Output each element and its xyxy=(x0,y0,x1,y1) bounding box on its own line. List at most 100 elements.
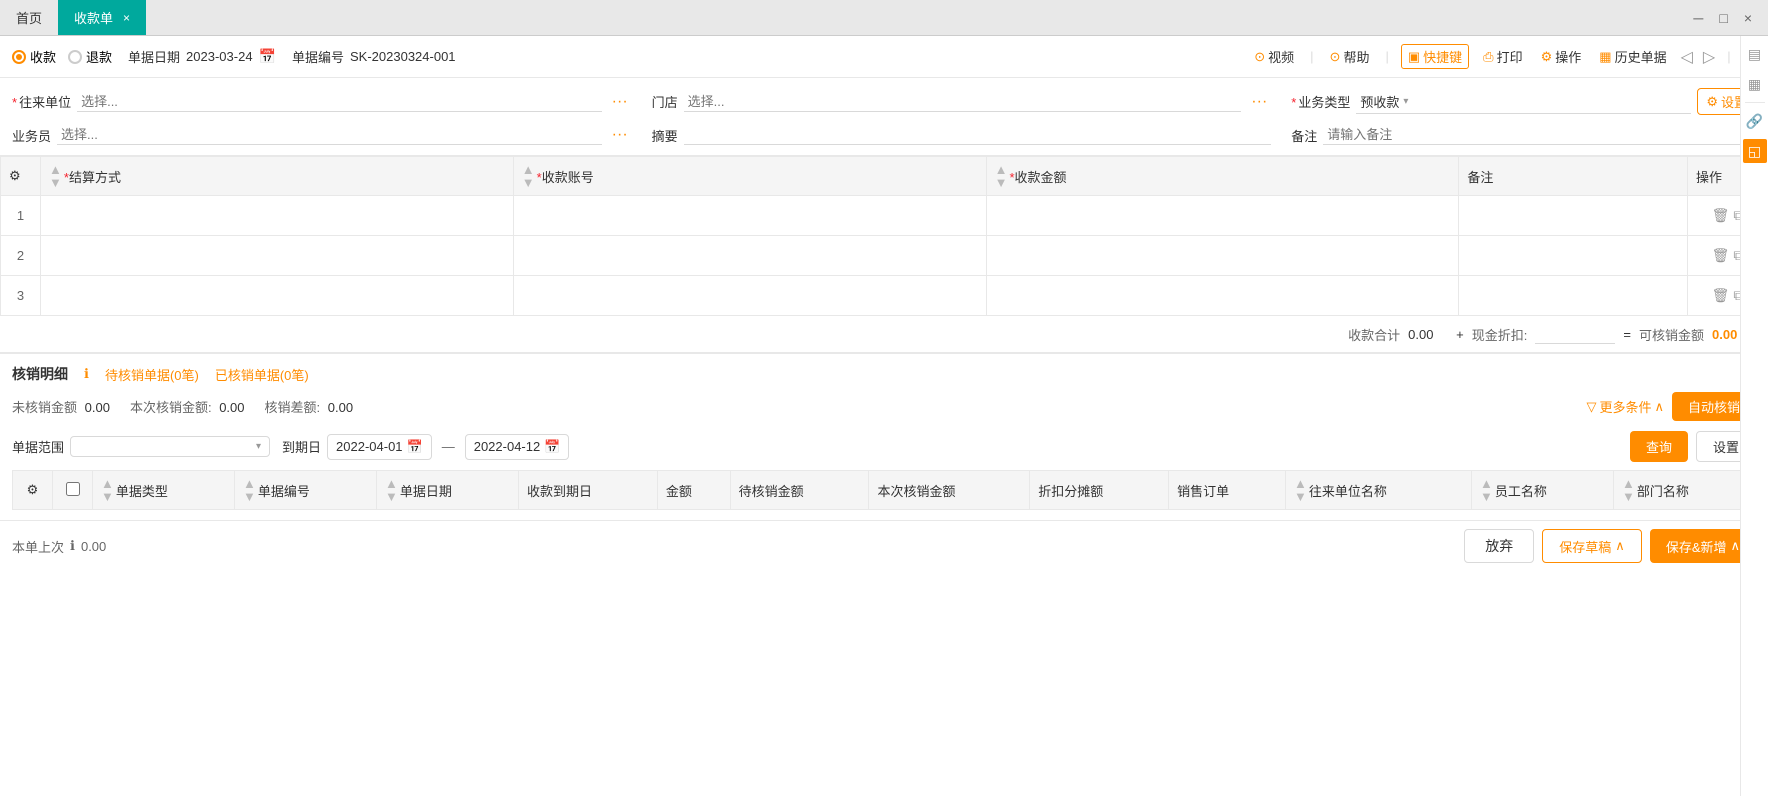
date-icon[interactable]: 📅 xyxy=(259,48,276,65)
row-1-remark[interactable] xyxy=(1459,196,1688,236)
radio-receive[interactable]: 收款 xyxy=(12,47,56,66)
staff-sort-icon[interactable]: ▲▼ xyxy=(1480,477,1493,503)
row-2-delete-icon[interactable]: 🗑 xyxy=(1712,247,1730,264)
discount-label: 现金折扣: xyxy=(1472,325,1528,344)
unchecked-label: 未核销金额 0.00 xyxy=(12,397,110,416)
radio-refund-label: 退款 xyxy=(86,47,112,66)
win-close-btn[interactable]: × xyxy=(1740,10,1756,26)
row-2-settle[interactable] xyxy=(41,236,514,276)
save-draft-btn[interactable]: 保存草稿 ∧ xyxy=(1542,529,1642,563)
range-label: 单据范围 xyxy=(12,437,64,456)
partner-sort-icon[interactable]: ▲▼ xyxy=(1294,477,1307,503)
row-1-account[interactable] xyxy=(513,196,986,236)
operation-btn[interactable]: ⚙ 操作 xyxy=(1537,45,1586,68)
sidebar-divider xyxy=(1745,102,1765,103)
tab-active-label: 收款单 xyxy=(74,8,113,27)
diff-value: 0.00 xyxy=(328,400,353,415)
print-btn[interactable]: ⎙ 打印 xyxy=(1479,45,1526,68)
shop-more-icon[interactable]: ··· xyxy=(1247,93,1271,111)
number-value: SK-20230324-001 xyxy=(350,49,456,64)
verify-filter-right: ▽ 更多条件 ∧ 自动核销 xyxy=(1586,392,1756,421)
row-1-delete-icon[interactable]: 🗑 xyxy=(1712,207,1730,224)
number-sort-icon[interactable]: ▲▼ xyxy=(243,477,256,503)
range-select[interactable]: ▾ xyxy=(70,436,270,457)
row-2-remark[interactable] xyxy=(1459,236,1688,276)
row-3-amount[interactable] xyxy=(986,276,1459,316)
partner-input[interactable] xyxy=(77,92,602,112)
type-sort-icon[interactable]: ▲▼ xyxy=(101,477,114,503)
row-1-amount[interactable] xyxy=(986,196,1459,236)
video-btn[interactable]: ⊙ 视频 xyxy=(1250,45,1298,68)
btable-check-all[interactable] xyxy=(66,482,80,496)
staff-more-icon[interactable]: ··· xyxy=(608,126,632,144)
help-btn[interactable]: ⊙ 帮助 xyxy=(1326,45,1374,68)
shop-input[interactable] xyxy=(684,92,1242,112)
row-3-remark[interactable] xyxy=(1459,276,1688,316)
date-to-input[interactable]: 2022-04-12 📅 xyxy=(465,434,570,460)
discount-input[interactable] xyxy=(1535,324,1615,344)
amount-sort-icon[interactable]: ▲▼ xyxy=(995,163,1008,189)
row-num-1: 1 xyxy=(1,196,41,236)
tab-active[interactable]: 收款单 × xyxy=(58,0,146,35)
partner-more-icon[interactable]: ··· xyxy=(608,93,632,111)
btable-col-gear[interactable]: ⚙ xyxy=(13,471,53,510)
tab-close-icon[interactable]: × xyxy=(123,11,130,25)
radio-refund[interactable]: 退款 xyxy=(68,47,112,66)
row-2-account[interactable] xyxy=(513,236,986,276)
discard-btn[interactable]: 放弃 xyxy=(1464,529,1534,563)
history-btn[interactable]: ▦ 历史单据 xyxy=(1595,45,1670,68)
win-max-btn[interactable]: □ xyxy=(1715,10,1731,26)
sidebar-link-icon[interactable]: 🔗 xyxy=(1743,109,1767,133)
main-content: 收款 退款 单据日期 2023-03-24 📅 单据编号 SK-20230324… xyxy=(0,36,1768,796)
op-col-label: 操作 xyxy=(1696,170,1722,185)
shortcut-icon: ▣ xyxy=(1408,49,1420,65)
done-tab[interactable]: 已核销单据(0笔) xyxy=(215,365,309,384)
tab-home[interactable]: 首页 xyxy=(0,0,58,35)
table-col-account: ▲▼ *收款账号 xyxy=(513,157,986,196)
dept-sort-icon[interactable]: ▲▼ xyxy=(1622,477,1635,503)
radio-refund-dot xyxy=(68,50,82,64)
row-2-amount[interactable] xyxy=(986,236,1459,276)
staff-col-label: 员工名称 xyxy=(1495,481,1547,500)
btable-col-number: ▲▼ 单据编号 xyxy=(235,471,377,510)
radio-group: 收款 退款 xyxy=(12,47,112,66)
sidebar-grid-icon[interactable]: ▦ xyxy=(1743,72,1767,96)
date-from-icon: 📅 xyxy=(407,439,423,455)
row-3-delete-icon[interactable]: 🗑 xyxy=(1712,287,1730,304)
business-arrow-icon: ▾ xyxy=(1403,96,1408,107)
nav-prev-icon[interactable]: ◁ xyxy=(1681,47,1693,67)
win-min-btn[interactable]: ─ xyxy=(1689,10,1707,26)
shortcut-label: 快捷键 xyxy=(1423,47,1462,66)
sidebar-expand-icon[interactable]: ◱ xyxy=(1743,139,1767,163)
settings-icon: ⚙ xyxy=(1706,94,1718,110)
date-sort-icon[interactable]: ▲▼ xyxy=(385,477,398,503)
remark-input[interactable] xyxy=(1323,125,1756,145)
row-3-settle[interactable] xyxy=(41,276,514,316)
business-select[interactable]: 预收款 ▾ xyxy=(1356,90,1691,114)
pending-tab[interactable]: 待核销单据(0笔) xyxy=(105,365,199,384)
row-1-settle[interactable] xyxy=(41,196,514,236)
shortcut-btn[interactable]: ▣ 快捷键 xyxy=(1401,44,1469,69)
nav-next-icon[interactable]: ▷ xyxy=(1703,47,1715,67)
btable-col-dept: ▲▼ 部门名称 xyxy=(1613,471,1755,510)
row-3-account[interactable] xyxy=(513,276,986,316)
unchecked-value: 0.00 xyxy=(85,400,110,415)
table-gear-header[interactable]: ⚙ xyxy=(1,157,41,196)
table-row: 2 🗑 ⧉ xyxy=(1,236,1768,276)
date-to-icon: 📅 xyxy=(544,439,560,455)
staff-input[interactable] xyxy=(57,125,602,145)
summary-input[interactable] xyxy=(684,125,1272,145)
verify-info-icon[interactable]: ℹ xyxy=(84,366,89,382)
more-conditions-btn[interactable]: ▽ 更多条件 ∧ xyxy=(1586,397,1664,416)
account-sort-icon[interactable]: ▲▼ xyxy=(522,163,535,189)
btable-col-staff: ▲▼ 员工名称 xyxy=(1471,471,1613,510)
date-from-input[interactable]: 2022-04-01 📅 xyxy=(327,434,432,460)
date-col-label: 单据日期 xyxy=(400,481,452,500)
settle-sort-icon[interactable]: ▲▼ xyxy=(49,163,62,189)
business-required: * xyxy=(1291,95,1296,110)
operation-label: 操作 xyxy=(1555,47,1581,66)
video-label: 视频 xyxy=(1268,47,1294,66)
sidebar-table-icon[interactable]: ▤ xyxy=(1743,42,1767,66)
print-icon: ⎙ xyxy=(1483,49,1493,65)
query-btn[interactable]: 查询 xyxy=(1630,431,1688,462)
